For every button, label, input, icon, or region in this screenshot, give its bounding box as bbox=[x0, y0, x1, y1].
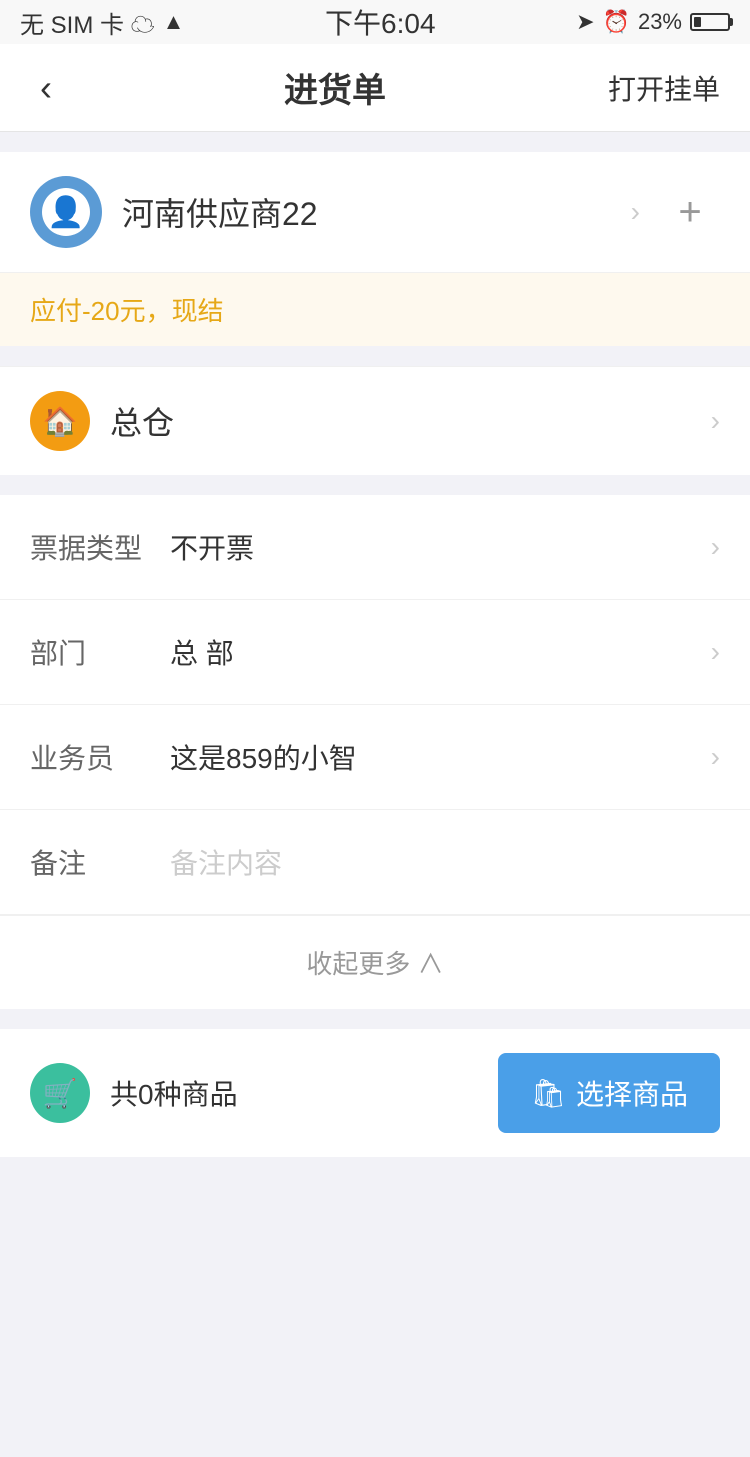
salesperson-label: 业务员 bbox=[30, 737, 160, 777]
warehouse-icon: 🏠 bbox=[43, 405, 78, 438]
sim-label: 无 SIM 卡 ☁ bbox=[20, 5, 155, 40]
supplier-row[interactable]: 👤 河南供应商22 › + bbox=[0, 152, 750, 273]
select-goods-icon: 🛍 bbox=[530, 1077, 566, 1110]
notice-row: 应付-20元，现结 bbox=[0, 273, 750, 346]
remark-label: 备注 bbox=[30, 842, 160, 882]
remark-row[interactable]: 备注 备注内容 bbox=[0, 810, 750, 915]
avatar: 👤 bbox=[30, 176, 102, 248]
remark-input[interactable]: 备注内容 bbox=[160, 842, 720, 882]
warehouse-icon-wrap: 🏠 bbox=[30, 391, 90, 451]
nav-bar: ‹ 进货单 打开挂单 bbox=[0, 44, 750, 132]
supplier-section: 👤 河南供应商22 › + 应付-20元，现结 bbox=[0, 152, 750, 346]
alarm-icon: ⏰ bbox=[603, 9, 630, 35]
product-icon-wrap: 🛒 bbox=[30, 1063, 90, 1123]
invoice-type-label: 票据类型 bbox=[30, 527, 160, 567]
product-count: 共0种商品 bbox=[110, 1073, 498, 1113]
form-section: 票据类型 不开票 › 部门 总 部 › 业务员 这是859的小智 › 备注 备注… bbox=[0, 495, 750, 1009]
status-bar: 无 SIM 卡 ☁ ▲ 下午6:04 ➤ ⏰ 23% bbox=[0, 0, 750, 44]
warehouse-row[interactable]: 🏠 总仓 › bbox=[0, 366, 750, 475]
warehouse-name: 总仓 bbox=[110, 398, 711, 444]
cart-icon: 🛒 bbox=[43, 1077, 78, 1110]
battery-percent: 23% bbox=[638, 9, 682, 35]
page-title: 进货单 bbox=[284, 63, 386, 112]
warehouse-section: 🏠 总仓 › bbox=[0, 366, 750, 475]
chevron-right-icon: › bbox=[631, 196, 640, 228]
invoice-type-value: 不开票 bbox=[160, 527, 711, 567]
open-pending-button[interactable]: 打开挂单 bbox=[608, 68, 720, 108]
top-divider bbox=[0, 132, 750, 152]
invoice-type-row[interactable]: 票据类型 不开票 › bbox=[0, 495, 750, 600]
supplier-name: 河南供应商22 bbox=[122, 189, 631, 235]
bottom-section: 🛒 共0种商品 🛍 选择商品 bbox=[0, 1029, 750, 1157]
chevron-right-icon: › bbox=[711, 741, 720, 773]
status-right: ➤ ⏰ 23% bbox=[576, 9, 730, 35]
location-icon: ➤ bbox=[576, 9, 594, 35]
status-left: 无 SIM 卡 ☁ ▲ bbox=[20, 5, 184, 40]
salesperson-row[interactable]: 业务员 这是859的小智 › bbox=[0, 705, 750, 810]
department-row[interactable]: 部门 总 部 › bbox=[0, 600, 750, 705]
add-button[interactable]: + bbox=[660, 182, 720, 242]
department-value: 总 部 bbox=[160, 632, 711, 672]
battery-bar bbox=[690, 13, 730, 31]
collapse-button[interactable]: 收起更多 ∧ bbox=[0, 915, 750, 1009]
status-time: 下午6:04 bbox=[325, 2, 436, 42]
back-button[interactable]: ‹ bbox=[30, 57, 62, 119]
department-label: 部门 bbox=[30, 632, 160, 672]
wifi-icon: ▲ bbox=[163, 9, 185, 35]
chevron-right-icon: › bbox=[711, 405, 720, 437]
person-icon: 👤 bbox=[47, 195, 84, 230]
select-goods-button[interactable]: 🛍 选择商品 bbox=[498, 1053, 720, 1133]
select-goods-label: 选择商品 bbox=[576, 1073, 688, 1113]
battery-fill bbox=[694, 17, 701, 27]
chevron-right-icon: › bbox=[711, 531, 720, 563]
salesperson-value: 这是859的小智 bbox=[160, 737, 711, 777]
page-footer bbox=[0, 1157, 750, 1457]
chevron-right-icon: › bbox=[711, 636, 720, 668]
